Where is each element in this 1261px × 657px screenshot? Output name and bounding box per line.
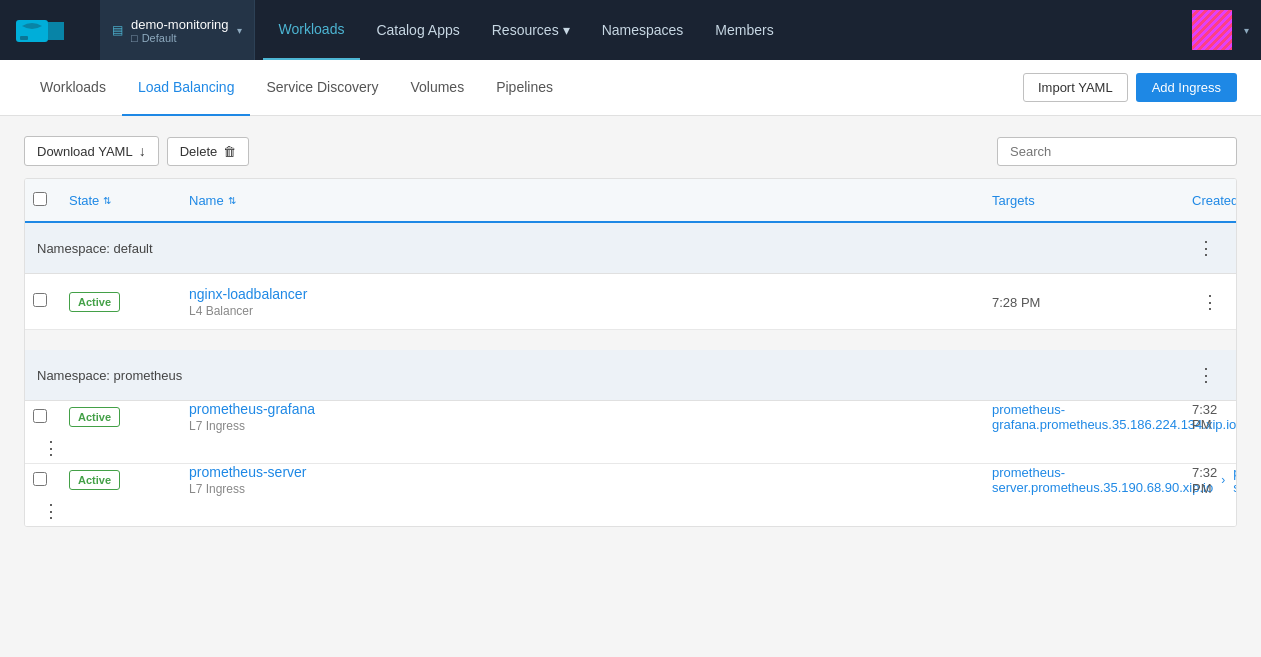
import-yaml-button[interactable]: Import YAML [1023, 73, 1128, 102]
row-2-checkbox[interactable] [33, 472, 47, 486]
table-header: State ⇅ Name ⇅ Targets Created ⇅ [25, 179, 1236, 223]
row-1-status: Active [69, 407, 189, 427]
project-info: demo-monitoring □ Default [131, 17, 229, 44]
download-icon: ↓ [139, 143, 146, 159]
th-name[interactable]: Name ⇅ [189, 193, 992, 208]
row-0-time: 7:28 PM [992, 294, 1192, 310]
state-sort-icon: ⇅ [103, 195, 111, 206]
row-checkbox-2 [33, 472, 69, 489]
brand-logo-container [0, 12, 100, 48]
row-2-created: 7:32 PM [1192, 465, 1217, 496]
tab-pipelines[interactable]: Pipelines [480, 61, 569, 116]
status-badge: Active [69, 470, 120, 490]
row-0-checkbox[interactable] [33, 293, 47, 307]
project-env: □ Default [131, 32, 229, 44]
row-2-time-container: 7:32 PM [1192, 464, 1228, 496]
status-badge: Active [69, 407, 120, 427]
namespace-label-prometheus: Namespace: prometheus [37, 368, 1188, 383]
row-0-name-container: nginx-loadbalancer L4 Balancer [189, 286, 992, 318]
row-2-targets: prometheus-server.prometheus.35.190.68.9… [992, 465, 1192, 495]
user-avatar[interactable] [1192, 10, 1232, 50]
row-2-name-link[interactable]: prometheus-server [189, 464, 992, 480]
row-1-name-link[interactable]: prometheus-grafana [189, 401, 992, 417]
row-0-name-link[interactable]: nginx-loadbalancer [189, 286, 992, 302]
row-2-status: Active [69, 470, 189, 490]
tab-workloads[interactable]: Workloads [24, 61, 122, 116]
nav-catalog-apps[interactable]: Catalog Apps [360, 0, 475, 60]
row-2-subtype: L7 Ingress [189, 482, 992, 496]
th-state[interactable]: State ⇅ [69, 193, 189, 208]
tab-actions: Import YAML Add Ingress [1023, 73, 1237, 102]
row-2-target-source[interactable]: prometheus-server.prometheus.35.190.68.9… [992, 465, 1213, 495]
row-checkbox-1 [33, 409, 69, 426]
download-yaml-button[interactable]: Download YAML ↓ [24, 136, 159, 166]
row-1-targets: prometheus-grafana.prometheus.35.186.224… [992, 402, 1192, 432]
namespace-header-default: Namespace: default ⋮ [25, 223, 1236, 274]
th-targets: Targets [992, 193, 1192, 208]
tab-volumes[interactable]: Volumes [394, 61, 480, 116]
row-1-subtype: L7 Ingress [189, 419, 992, 433]
sub-navigation: Workloads Load Balancing Service Discove… [0, 60, 1261, 116]
project-name: demo-monitoring [131, 17, 229, 32]
project-icon: ▤ [112, 23, 123, 37]
row-checkbox-0 [33, 293, 69, 310]
table-row: Active nginx-loadbalancer L4 Balancer 7:… [25, 274, 1236, 330]
nav-workloads[interactable]: Workloads [263, 0, 361, 60]
row-0-kebab[interactable]: ⋮ [1192, 287, 1228, 317]
namespace-prometheus-kebab[interactable]: ⋮ [1188, 360, 1224, 390]
row-1-time-container: 7:32 PM [1192, 402, 1228, 432]
nav-resources[interactable]: Resources ▾ [476, 0, 586, 60]
search-input[interactable] [997, 137, 1237, 166]
nav-members[interactable]: Members [699, 0, 789, 60]
row-0-subtype: L4 Balancer [189, 304, 992, 318]
svg-rect-2 [20, 36, 28, 40]
tab-load-balancing[interactable]: Load Balancing [122, 61, 251, 116]
row-0-created: 7:28 PM [992, 295, 1040, 310]
namespace-spacer [25, 330, 1236, 350]
delete-icon: 🗑 [223, 144, 236, 159]
th-created[interactable]: Created ⇅ [1192, 193, 1228, 208]
project-dropdown-arrow: ▾ [237, 25, 242, 36]
th-checkbox [33, 192, 69, 209]
row-0-status: Active [69, 292, 189, 312]
status-badge: Active [69, 292, 120, 312]
row-1-kebab[interactable]: ⋮ [33, 433, 69, 463]
row-1-checkbox[interactable] [33, 409, 47, 423]
row-2-name-container: prometheus-server L7 Ingress [189, 464, 992, 496]
tab-service-discovery[interactable]: Service Discovery [250, 61, 394, 116]
select-all-checkbox[interactable] [33, 192, 47, 206]
namespace-header-prometheus: Namespace: prometheus ⋮ [25, 350, 1236, 401]
main-content: Download YAML ↓ Delete 🗑 State ⇅ Name ⇅ [0, 116, 1261, 547]
row-1-created: 7:32 PM [1192, 402, 1228, 432]
user-section[interactable]: ▾ [1180, 10, 1261, 50]
delete-button[interactable]: Delete 🗑 [167, 137, 250, 166]
tab-items: Workloads Load Balancing Service Discove… [24, 60, 1023, 115]
svg-marker-1 [48, 22, 64, 40]
row-2-target-dest[interactable]: prometheus-server [1233, 465, 1237, 495]
row-1-name-container: prometheus-grafana L7 Ingress [189, 401, 992, 433]
toolbar: Download YAML ↓ Delete 🗑 [24, 136, 1237, 166]
namespace-label-default: Namespace: default [37, 241, 1188, 256]
brand-logo [16, 12, 64, 48]
env-icon: □ [131, 32, 138, 44]
project-selector[interactable]: ▤ demo-monitoring □ Default ▾ [100, 0, 255, 60]
main-table: State ⇅ Name ⇅ Targets Created ⇅ Namespa… [24, 178, 1237, 527]
add-ingress-button[interactable]: Add Ingress [1136, 73, 1237, 102]
namespace-default-kebab[interactable]: ⋮ [1188, 233, 1224, 263]
nav-links: Workloads Catalog Apps Resources ▾ Names… [263, 0, 790, 60]
nav-namespaces[interactable]: Namespaces [586, 0, 700, 60]
row-2-kebab[interactable]: ⋮ [33, 496, 69, 526]
table-row: Active prometheus-server L7 Ingress prom… [25, 464, 1236, 526]
top-navigation: ▤ demo-monitoring □ Default ▾ Workloads … [0, 0, 1261, 60]
name-sort-icon: ⇅ [228, 195, 236, 206]
table-row: Active prometheus-grafana L7 Ingress pro… [25, 401, 1236, 464]
user-dropdown-arrow: ▾ [1244, 25, 1249, 36]
